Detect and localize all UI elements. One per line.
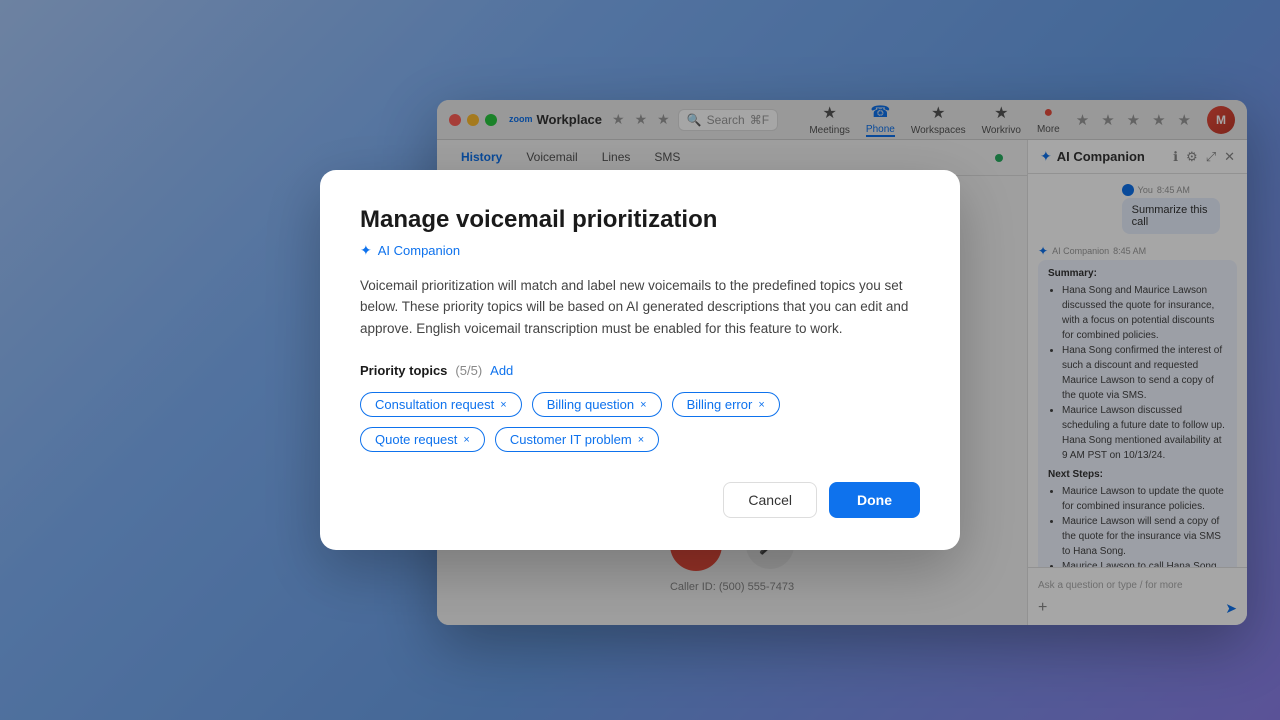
topic-billing-q-remove[interactable]: × — [640, 399, 646, 411]
cancel-button[interactable]: Cancel — [723, 482, 817, 518]
add-topic-link[interactable]: Add — [490, 363, 513, 378]
topic-customer-it-label: Customer IT problem — [510, 432, 632, 447]
modal-overlay: Manage voicemail prioritization ✦ AI Com… — [0, 0, 1280, 720]
topic-consultation: Consultation request × — [360, 392, 522, 417]
done-button[interactable]: Done — [829, 482, 920, 518]
priority-label: Priority topics — [360, 363, 447, 378]
priority-count: (5/5) — [455, 363, 482, 378]
topic-consultation-label: Consultation request — [375, 397, 494, 412]
priority-topics-header: Priority topics (5/5) Add — [360, 363, 920, 378]
modal-subtitle: ✦ AI Companion — [360, 242, 920, 259]
topic-billing-e: Billing error × — [672, 392, 780, 417]
modal-ai-icon: ✦ — [360, 242, 372, 259]
topic-consultation-remove[interactable]: × — [500, 399, 506, 411]
topics-row-1: Consultation request × Billing question … — [360, 392, 920, 417]
topic-billing-e-remove[interactable]: × — [758, 399, 764, 411]
topic-billing-q: Billing question × — [532, 392, 662, 417]
topics-row-2: Quote request × Customer IT problem × — [360, 427, 920, 452]
voicemail-prioritization-modal: Manage voicemail prioritization ✦ AI Com… — [320, 170, 960, 551]
modal-actions: Cancel Done — [360, 482, 920, 518]
topic-quote-remove[interactable]: × — [463, 434, 469, 446]
topic-quote: Quote request × — [360, 427, 485, 452]
topic-customer-it: Customer IT problem × — [495, 427, 659, 452]
topic-billing-e-label: Billing error — [687, 397, 753, 412]
topic-billing-q-label: Billing question — [547, 397, 634, 412]
topic-customer-it-remove[interactable]: × — [638, 434, 644, 446]
modal-description: Voicemail prioritization will match and … — [360, 275, 920, 340]
modal-ai-label: AI Companion — [378, 243, 460, 258]
topic-quote-label: Quote request — [375, 432, 457, 447]
modal-title: Manage voicemail prioritization — [360, 206, 920, 234]
